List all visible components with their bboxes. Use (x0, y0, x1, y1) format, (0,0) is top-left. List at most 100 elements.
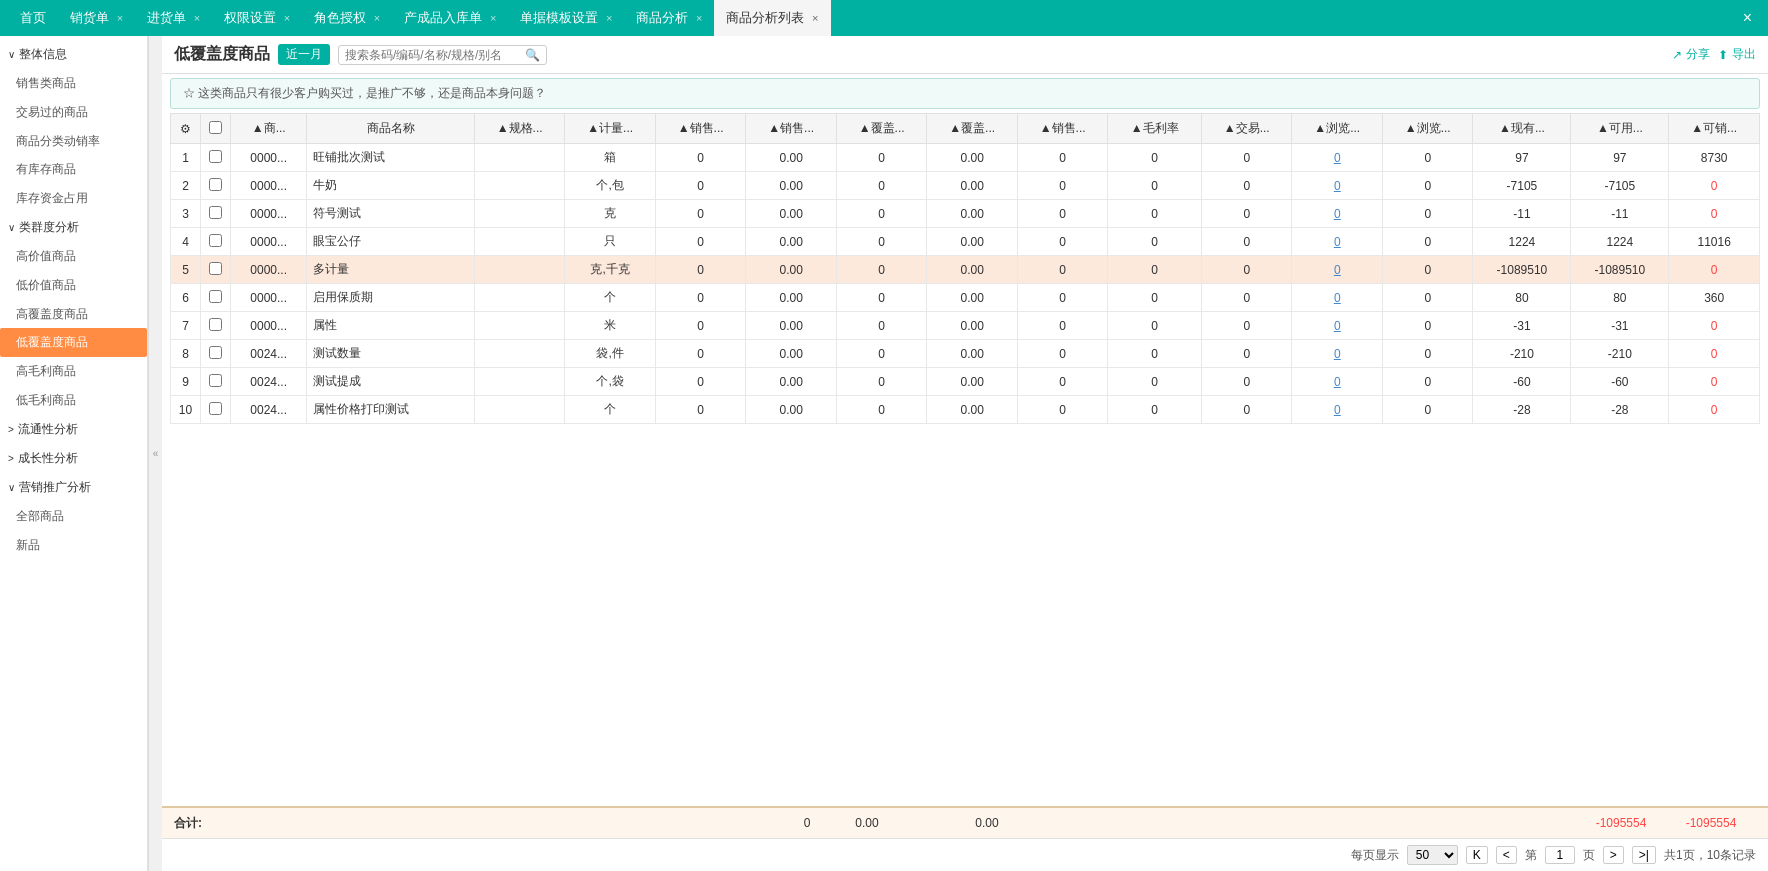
cell-c2: 0.00 (927, 340, 1018, 368)
sidebar-section-overall[interactable]: ∨ 整体信息 (0, 40, 147, 69)
cell-checkbox[interactable] (201, 172, 231, 200)
cell-b1[interactable]: 0 (1292, 200, 1383, 228)
cell-avail: 1224 (1571, 228, 1669, 256)
sidebar-item-all-products[interactable]: 全部商品 (0, 502, 147, 531)
prev-page-button[interactable]: < (1496, 846, 1517, 864)
first-page-button[interactable]: K (1466, 846, 1488, 864)
total-info: 共1页，10条记录 (1664, 847, 1756, 864)
export-button[interactable]: ⬆ 导出 (1718, 46, 1756, 63)
cell-cur: 80 (1473, 284, 1571, 312)
row-checkbox[interactable] (209, 290, 222, 303)
nav-product-warehouse[interactable]: 产成品入库单 × (392, 0, 508, 36)
nav-product-analysis-list[interactable]: 商品分析列表 × (714, 0, 830, 36)
cell-tx: 0 (1201, 340, 1292, 368)
time-filter-button[interactable]: 近一月 (278, 44, 330, 65)
cell-b1[interactable]: 0 (1292, 228, 1383, 256)
row-checkbox[interactable] (209, 318, 222, 331)
cell-b1[interactable]: 0 (1292, 368, 1383, 396)
cell-checkbox[interactable] (201, 256, 231, 284)
cell-b1[interactable]: 0 (1292, 312, 1383, 340)
sidebar-item-traded-products[interactable]: 交易过的商品 (0, 98, 147, 127)
cell-checkbox[interactable] (201, 312, 231, 340)
sidebar-section-flow[interactable]: > 流通性分析 (0, 415, 147, 444)
page-number-input[interactable] (1545, 846, 1575, 864)
cell-b1[interactable]: 0 (1292, 284, 1383, 312)
row-checkbox[interactable] (209, 150, 222, 163)
share-button[interactable]: ↗ 分享 (1672, 46, 1710, 63)
nav-home[interactable]: 首页 (8, 0, 58, 36)
sidebar-item-low-coverage[interactable]: 低覆盖度商品 (0, 328, 147, 357)
cell-b1[interactable]: 0 (1292, 340, 1383, 368)
nav-purchase-close[interactable]: × (194, 12, 200, 24)
sidebar-item-inventory-capital[interactable]: 库存资金占用 (0, 184, 147, 213)
page-size-label: 每页显示 (1351, 847, 1399, 864)
nav-sales[interactable]: 销货单 × (58, 0, 135, 36)
cell-sale: 0 (1669, 368, 1760, 396)
cell-checkbox[interactable] (201, 200, 231, 228)
sidebar-item-in-stock[interactable]: 有库存商品 (0, 155, 147, 184)
col-header-settings[interactable]: ⚙ (171, 114, 201, 144)
cell-b1[interactable]: 0 (1292, 256, 1383, 284)
row-checkbox[interactable] (209, 262, 222, 275)
last-page-button[interactable]: >| (1632, 846, 1656, 864)
nav-roles-close[interactable]: × (374, 12, 380, 24)
bottom-bar: 每页显示 50 20 100 K < 第 页 > >| 共1页，10条记录 (162, 838, 1768, 871)
sidebar-item-sales-products[interactable]: 销售类商品 (0, 69, 147, 98)
nav-product-analysis-close[interactable]: × (696, 12, 702, 24)
cell-s2: 0.00 (746, 172, 837, 200)
sidebar-item-high-margin[interactable]: 高毛利商品 (0, 357, 147, 386)
cell-b1[interactable]: 0 (1292, 172, 1383, 200)
sidebar-item-high-coverage[interactable]: 高覆盖度商品 (0, 300, 147, 329)
row-checkbox[interactable] (209, 206, 222, 219)
nav-product-analysis-list-close[interactable]: × (812, 12, 818, 24)
row-checkbox[interactable] (209, 346, 222, 359)
sidebar-collapse-btn[interactable]: « (148, 36, 162, 871)
sidebar-item-low-value[interactable]: 低价值商品 (0, 271, 147, 300)
sidebar-section-marketing[interactable]: ∨ 营销推广分析 (0, 473, 147, 502)
nav-product-analysis[interactable]: 商品分析 × (624, 0, 714, 36)
nav-roles[interactable]: 角色授权 × (302, 0, 392, 36)
row-checkbox[interactable] (209, 402, 222, 415)
search-input[interactable] (345, 48, 525, 62)
cell-checkbox[interactable] (201, 228, 231, 256)
row-checkbox[interactable] (209, 374, 222, 387)
table-row: 1 0000... 旺铺批次测试 箱 0 0.00 0 0.00 0 0 0 0… (171, 144, 1760, 172)
row-checkbox[interactable] (209, 178, 222, 191)
search-icon[interactable]: 🔍 (525, 48, 540, 62)
select-all-checkbox[interactable] (209, 121, 222, 134)
cell-tx: 0 (1201, 284, 1292, 312)
nav-permissions-close[interactable]: × (284, 12, 290, 24)
next-page-button[interactable]: > (1603, 846, 1624, 864)
sidebar-section-growth-label: 成长性分析 (18, 450, 78, 467)
main-layout: ∨ 整体信息 销售类商品 交易过的商品 商品分类动销率 有库存商品 库存资金占用… (0, 36, 1768, 871)
cell-checkbox[interactable] (201, 396, 231, 424)
row-checkbox[interactable] (209, 234, 222, 247)
nav-product-warehouse-close[interactable]: × (490, 12, 496, 24)
cell-c2: 0.00 (927, 144, 1018, 172)
col-header-checkbox[interactable] (201, 114, 231, 144)
sidebar-item-category-sales-rate[interactable]: 商品分类动销率 (0, 127, 147, 156)
cell-cur: 97 (1473, 144, 1571, 172)
nav-template-close[interactable]: × (606, 12, 612, 24)
sidebar-section-cluster[interactable]: ∨ 类群度分析 (0, 213, 147, 242)
cell-checkbox[interactable] (201, 144, 231, 172)
nav-purchase[interactable]: 进货单 × (135, 0, 212, 36)
page-size-select[interactable]: 50 20 100 (1407, 845, 1458, 865)
cell-b1[interactable]: 0 (1292, 396, 1383, 424)
cell-b1[interactable]: 0 (1292, 144, 1383, 172)
sidebar-item-new-products[interactable]: 新品 (0, 531, 147, 560)
sidebar-item-high-value[interactable]: 高价值商品 (0, 242, 147, 271)
nav-template[interactable]: 单据模板设置 × (508, 0, 624, 36)
cell-s1: 0 (655, 340, 746, 368)
nav-sales-close[interactable]: × (117, 12, 123, 24)
nav-permissions[interactable]: 权限设置 × (212, 0, 302, 36)
sidebar-section-growth[interactable]: > 成长性分析 (0, 444, 147, 473)
table-row: 3 0000... 符号测试 克 0 0.00 0 0.00 0 0 0 0 0… (171, 200, 1760, 228)
window-close-button[interactable]: × (1735, 9, 1760, 27)
cell-checkbox[interactable] (201, 340, 231, 368)
cell-tx: 0 (1201, 396, 1292, 424)
cell-checkbox[interactable] (201, 368, 231, 396)
total-s2: 0.00 (837, 816, 897, 830)
cell-checkbox[interactable] (201, 284, 231, 312)
sidebar-item-low-margin[interactable]: 低毛利商品 (0, 386, 147, 415)
